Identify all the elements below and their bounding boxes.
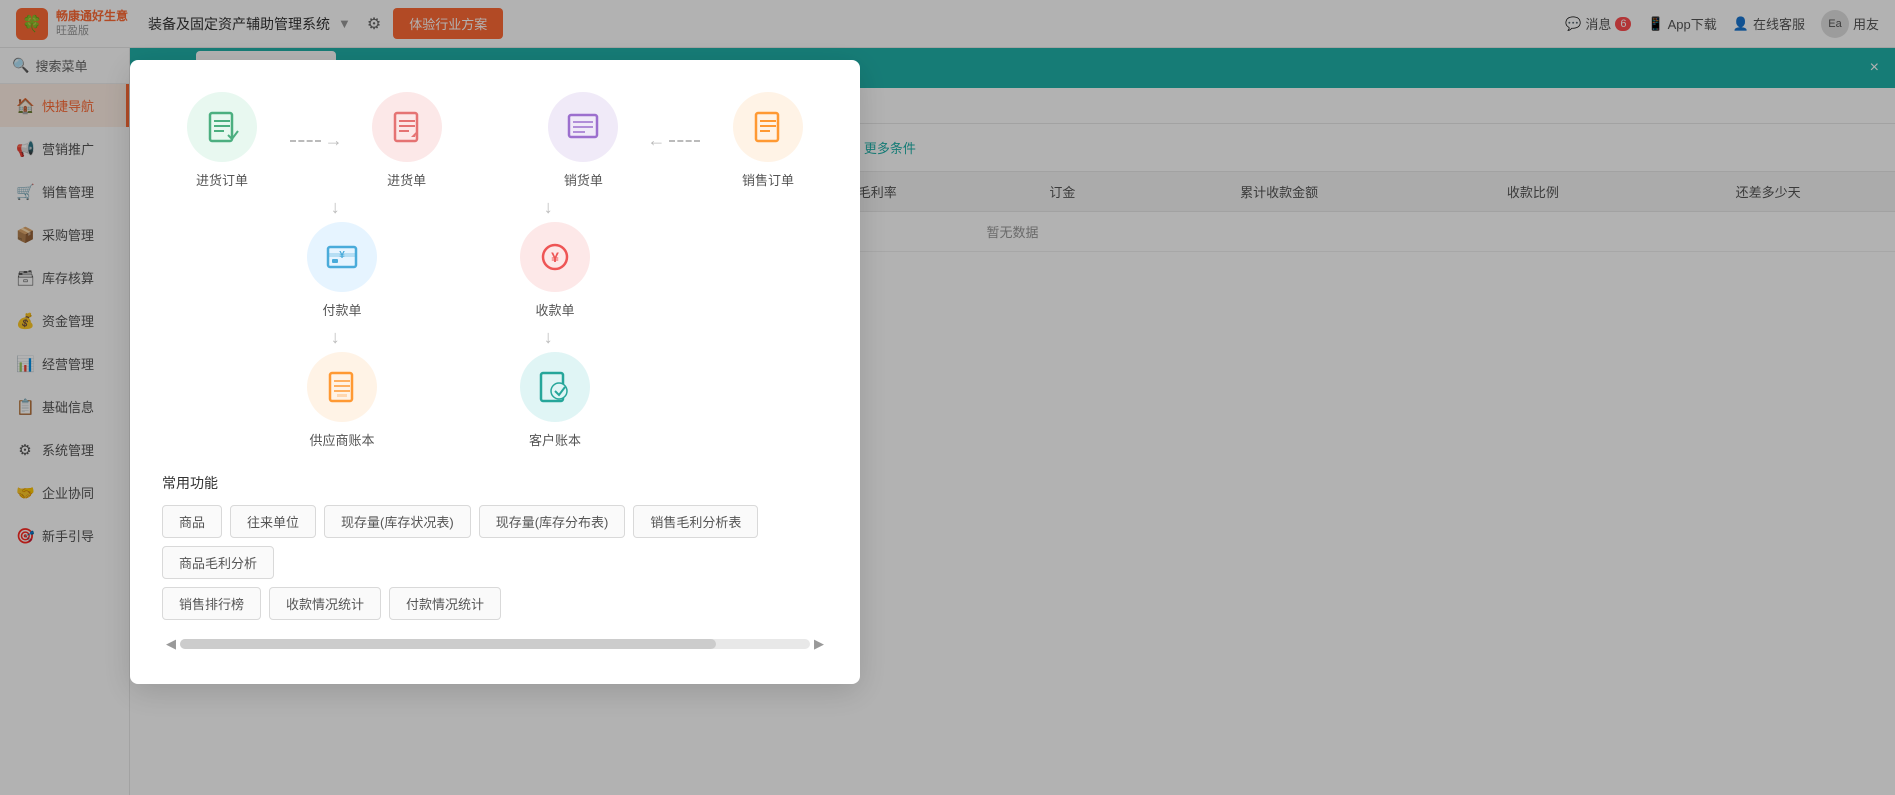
flow-arrow-h1: → <box>286 130 343 151</box>
modal-dialog: 进货订单 → <box>130 60 860 684</box>
common-btn-receipt-stats[interactable]: 收款情况统计 <box>269 587 381 620</box>
flow-node-sale-order[interactable]: 销售订单 <box>708 92 828 189</box>
flow-arrow-h2: ← <box>647 130 704 151</box>
scroll-left-icon[interactable]: ◀ <box>162 636 180 652</box>
customer-label: 客户账本 <box>529 430 581 449</box>
modal-overlay[interactable]: 进货订单 → <box>0 0 1895 795</box>
flow-row-arrows2: ↓ ↓ <box>162 327 828 348</box>
purchase-order-circle <box>187 92 257 162</box>
common-btn-product[interactable]: 商品 <box>162 505 222 538</box>
supplier-circle <box>307 352 377 422</box>
scroll-track[interactable] <box>180 639 810 649</box>
receipt-label: 收款单 <box>535 300 574 319</box>
flow-node-purchase-bill[interactable]: 进货单 <box>347 92 467 189</box>
flow-node-payment[interactable]: ¥ 付款单 <box>282 222 402 319</box>
scroll-thumb <box>180 639 716 649</box>
common-buttons-row2: 销售排行榜 收款情况统计 付款情况统计 <box>162 587 828 620</box>
flow-node-purchase-order[interactable]: 进货订单 <box>162 92 282 189</box>
purchase-order-label: 进货订单 <box>196 170 248 189</box>
down-arrow-purchase: ↓ <box>331 197 340 218</box>
sale-bill-circle <box>548 92 618 162</box>
down-arrow-sale: ↓ <box>544 197 553 218</box>
flow-row-3: 供应商账本 客户账本 <box>162 352 828 449</box>
scroll-right-icon[interactable]: ▶ <box>810 636 828 652</box>
common-btn-partner[interactable]: 往来单位 <box>230 505 316 538</box>
common-btn-product-margin[interactable]: 商品毛利分析 <box>162 546 274 579</box>
flow-node-receipt[interactable]: ¥ 收款单 <box>495 222 615 319</box>
svg-text:¥: ¥ <box>339 250 345 261</box>
sale-bill-label: 销货单 <box>564 170 603 189</box>
flow-row-arrows: ↓ ↓ <box>162 197 828 218</box>
flow-row-2: ¥ 付款单 ¥ 收款单 <box>162 222 828 319</box>
payment-label: 付款单 <box>322 300 361 319</box>
common-btn-stock-dist[interactable]: 现存量(库存分布表) <box>479 505 626 538</box>
flow-node-sale-bill[interactable]: 销货单 <box>523 92 643 189</box>
svg-text:¥: ¥ <box>551 249 559 265</box>
purchase-bill-label: 进货单 <box>387 170 426 189</box>
common-btn-stock-status[interactable]: 现存量(库存状况表) <box>324 505 471 538</box>
common-functions-section: 常用功能 商品 往来单位 现存量(库存状况表) 现存量(库存分布表) 销售毛利分… <box>162 473 828 620</box>
payment-circle: ¥ <box>307 222 377 292</box>
flow-row-1: 进货订单 → <box>162 92 828 189</box>
down-arrow-payment: ↓ <box>331 327 340 348</box>
common-btn-sales-margin[interactable]: 销售毛利分析表 <box>633 505 758 538</box>
receipt-circle: ¥ <box>520 222 590 292</box>
down-arrow-receipt: ↓ <box>544 327 553 348</box>
sale-order-circle <box>733 92 803 162</box>
supplier-label: 供应商账本 <box>309 430 374 449</box>
scroll-row: ◀ ▶ <box>162 636 828 652</box>
flow-node-customer[interactable]: 客户账本 <box>495 352 615 449</box>
customer-circle <box>520 352 590 422</box>
common-btn-sales-rank[interactable]: 销售排行榜 <box>162 587 261 620</box>
common-functions-title: 常用功能 <box>162 473 828 493</box>
flow-node-supplier[interactable]: 供应商账本 <box>282 352 402 449</box>
purchase-bill-circle <box>372 92 442 162</box>
common-btn-payment-stats[interactable]: 付款情况统计 <box>389 587 501 620</box>
flow-section: 进货订单 → <box>162 92 828 449</box>
sale-order-label: 销售订单 <box>742 170 794 189</box>
common-buttons-row1: 商品 往来单位 现存量(库存状况表) 现存量(库存分布表) 销售毛利分析表 商品… <box>162 505 828 579</box>
